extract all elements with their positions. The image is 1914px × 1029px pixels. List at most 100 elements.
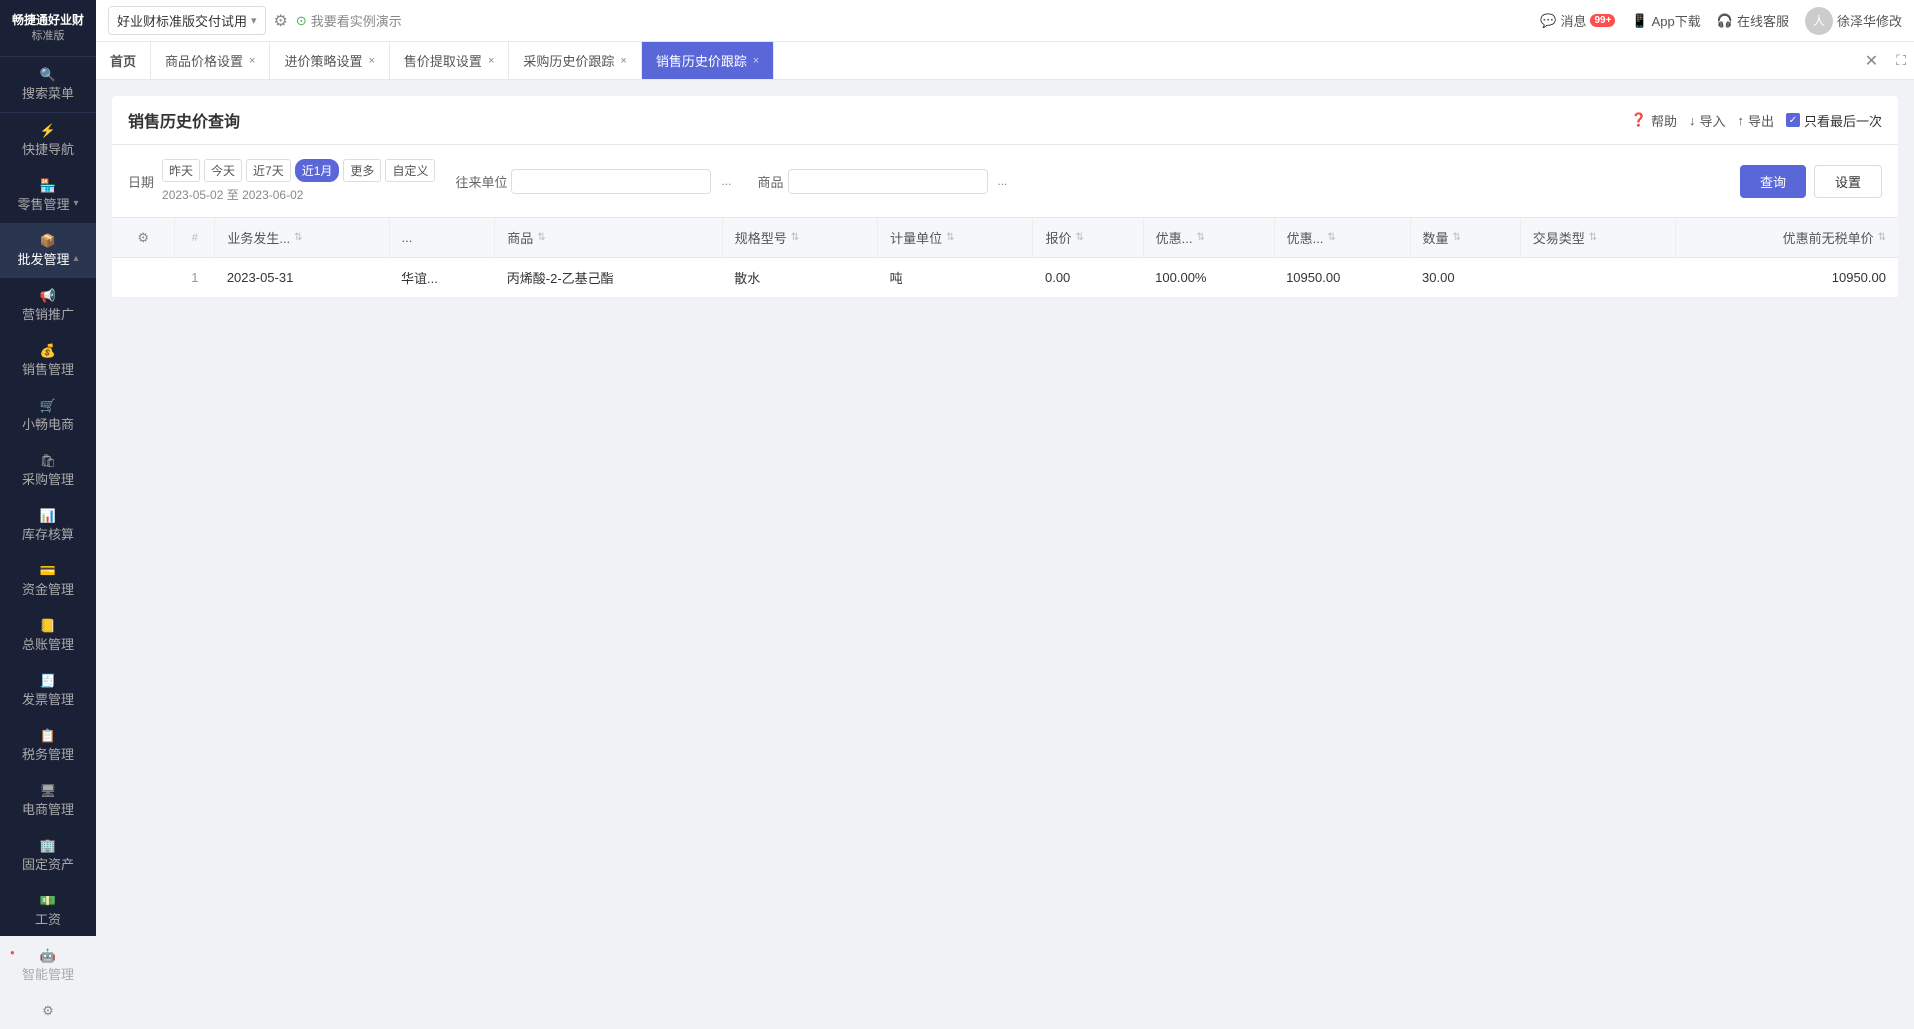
date-btn-yesterday[interactable]: 昨天: [162, 159, 200, 182]
date-btn-today[interactable]: 今天: [204, 159, 242, 182]
page-actions: ❓ 帮助 ↓ 导入 ↑ 导出 ✓ 只看最后一次: [1631, 111, 1882, 130]
col-gear[interactable]: ⚙: [112, 218, 175, 258]
wholesale-icon: 📦: [40, 233, 56, 249]
sort-icon-business-date: ⇅: [294, 232, 302, 243]
col-trade-type[interactable]: 交易类型 ⇅: [1520, 218, 1675, 258]
sidebar-item-ledger[interactable]: 📒 总账管理: [0, 608, 96, 663]
tab-sale-history[interactable]: 销售历史价跟踪 ×: [642, 42, 774, 80]
inventory-icon: 📊: [40, 508, 56, 524]
sidebar-settings-btn[interactable]: ⚙: [0, 993, 96, 1029]
page-header: 销售历史价查询 ❓ 帮助 ↓ 导入 ↑ 导出 ✓: [112, 96, 1898, 145]
online-service-btn[interactable]: 🎧 在线客服: [1717, 11, 1789, 30]
date-field: 日期 昨天 今天 近7天 近1月 更多 自定义 2023-05-02 至 202…: [128, 159, 435, 203]
sidebar-item-retail[interactable]: 🏪 零售管理 ▾: [0, 168, 96, 223]
export-btn[interactable]: ↑ 导出: [1737, 111, 1774, 130]
app-download-btn[interactable]: 📱 App下载: [1631, 11, 1700, 30]
sidebar-item-ecommerce-light[interactable]: 🛒 小畅电商: [0, 388, 96, 443]
tab-sale-extract[interactable]: 售价提取设置 ×: [390, 42, 509, 80]
sidebar-item-fixed-assets[interactable]: 🏢 固定资产: [0, 828, 96, 883]
tab-purchase-strategy[interactable]: 进价策略设置 ×: [270, 42, 389, 80]
workspace-selector[interactable]: 好业财标准版交付试用 ▾: [108, 6, 266, 35]
only-last-checkbox[interactable]: ✓: [1786, 113, 1800, 127]
tab-close-purchase-strategy[interactable]: ×: [368, 55, 374, 67]
tab-product-price[interactable]: 商品价格设置 ×: [151, 42, 270, 80]
row-trade-type-cell: [1520, 258, 1675, 298]
sidebar-logo: 畅捷通好业财 标准版: [0, 0, 96, 57]
product-field: 商品 ...: [757, 169, 1013, 194]
page-title: 销售历史价查询: [128, 108, 240, 132]
sidebar-item-search[interactable]: 🔍 搜索菜单: [0, 57, 96, 113]
main-area: 好业财标准版交付试用 ▾ ⚙ 我要看实例演示 💬 消息 99+ 📱 App下载 …: [96, 0, 1914, 936]
sales-icon: 💰: [40, 343, 56, 359]
source-unit-input[interactable]: [511, 169, 711, 194]
sidebar-item-smart[interactable]: 🤖 智能管理: [0, 938, 96, 993]
ecommerce-light-icon: 🛒: [40, 398, 56, 414]
tabbar-expand-btn[interactable]: ⛶: [1888, 42, 1914, 80]
date-btn-custom[interactable]: 自定义: [385, 159, 435, 182]
col-pretax-price[interactable]: 优惠前无税单价 ⇅: [1676, 218, 1898, 258]
tab-close-sale-extract[interactable]: ×: [488, 55, 494, 67]
only-last-checkbox-label[interactable]: ✓ 只看最后一次: [1786, 111, 1882, 130]
export-icon: ↑: [1737, 113, 1744, 128]
col-more[interactable]: ...: [389, 218, 495, 258]
sidebar-item-quick-nav[interactable]: ⚡ 快捷导航: [0, 113, 96, 168]
tab-home[interactable]: 首页: [96, 42, 151, 80]
row-gear-cell: [112, 258, 175, 298]
date-btn-7days[interactable]: 近7天: [246, 159, 291, 182]
col-spec[interactable]: 规格型号 ⇅: [722, 218, 877, 258]
col-qty[interactable]: 数量 ⇅: [1410, 218, 1520, 258]
sidebar-item-tax[interactable]: 📋 税务管理: [0, 718, 96, 773]
col-unit[interactable]: 计量单位 ⇅: [878, 218, 1033, 258]
sidebar-item-ecommerce[interactable]: 🖥 电商管理: [0, 773, 96, 828]
purchase-icon: 🛍: [40, 453, 57, 469]
product-more-btn[interactable]: ...: [992, 170, 1014, 192]
tab-close-product-price[interactable]: ×: [249, 55, 255, 67]
sidebar-item-wholesale[interactable]: 📦 批发管理 ▴: [0, 223, 96, 278]
settings-btn[interactable]: 设置: [1814, 165, 1882, 198]
row-unit-cell: 吨: [878, 258, 1033, 298]
date-filter: 昨天 今天 近7天 近1月 更多 自定义 2023-05-02 至 2023-0…: [162, 159, 435, 203]
product-input[interactable]: [788, 169, 988, 194]
tabbar-close-btn[interactable]: ✕: [1855, 42, 1888, 80]
topbar-demo-btn[interactable]: 我要看实例演示: [296, 11, 402, 30]
col-business-date[interactable]: 业务发生... ⇅: [215, 218, 389, 258]
sidebar-item-marketing[interactable]: 📢 营销推广: [0, 278, 96, 333]
tab-purchase-history[interactable]: 采购历史价跟踪 ×: [509, 42, 641, 80]
marketing-icon: 📢: [40, 288, 56, 304]
sidebar-item-invoice[interactable]: 🧾 发票管理: [0, 663, 96, 718]
source-unit-more-btn[interactable]: ...: [715, 170, 737, 192]
import-btn[interactable]: ↓ 导入: [1689, 111, 1726, 130]
user-menu-btn[interactable]: 人 徐泽华修改: [1805, 7, 1902, 35]
tax-icon: 📋: [40, 728, 56, 744]
topbar-config-btn[interactable]: ⚙: [274, 11, 288, 31]
col-discount-amt[interactable]: 优惠... ⇅: [1274, 218, 1410, 258]
salary-icon: 💵: [40, 893, 56, 909]
date-range-display: 2023-05-02 至 2023-06-02: [162, 186, 435, 203]
sidebar-item-salary[interactable]: 💵 工资: [0, 883, 96, 938]
query-btn[interactable]: 查询: [1740, 165, 1806, 198]
col-price[interactable]: 报价 ⇅: [1033, 218, 1143, 258]
sort-icon-spec: ⇅: [791, 232, 799, 243]
sidebar-item-finance[interactable]: 💳 资金管理: [0, 553, 96, 608]
table-body: 1 2023-05-31 华谊... 丙烯酸-2-乙基己酯 散水 吨 0.00 …: [112, 258, 1898, 298]
sidebar-item-inventory[interactable]: 📊 库存核算: [0, 498, 96, 553]
col-product[interactable]: 商品 ⇅: [495, 218, 722, 258]
sidebar-item-sales[interactable]: 💰 销售管理: [0, 333, 96, 388]
data-table: ⚙ # 业务发生... ⇅ ...: [112, 218, 1898, 298]
message-btn[interactable]: 💬 消息 99+: [1540, 11, 1615, 30]
date-btn-more[interactable]: 更多: [343, 159, 381, 182]
sidebar-item-purchase[interactable]: 🛍 采购管理: [0, 443, 96, 498]
content-area: 销售历史价查询 ❓ 帮助 ↓ 导入 ↑ 导出 ✓: [96, 80, 1914, 936]
sort-icon-trade-type: ⇅: [1589, 232, 1597, 243]
help-btn[interactable]: ❓ 帮助: [1631, 111, 1677, 130]
col-number: #: [175, 218, 215, 258]
sort-icon-price: ⇅: [1076, 232, 1084, 243]
row-discount-pct-cell: 100.00%: [1143, 258, 1274, 298]
tab-close-purchase-history[interactable]: ×: [620, 55, 626, 67]
date-btn-1month[interactable]: 近1月: [295, 159, 340, 182]
tab-close-sale-history[interactable]: ×: [753, 55, 759, 67]
col-discount-pct[interactable]: 优惠... ⇅: [1143, 218, 1274, 258]
row-product-cell: 丙烯酸-2-乙基己酯: [495, 258, 722, 298]
row-discount-amt-cell: 10950.00: [1274, 258, 1410, 298]
page-card: 销售历史价查询 ❓ 帮助 ↓ 导入 ↑ 导出 ✓: [112, 96, 1898, 298]
